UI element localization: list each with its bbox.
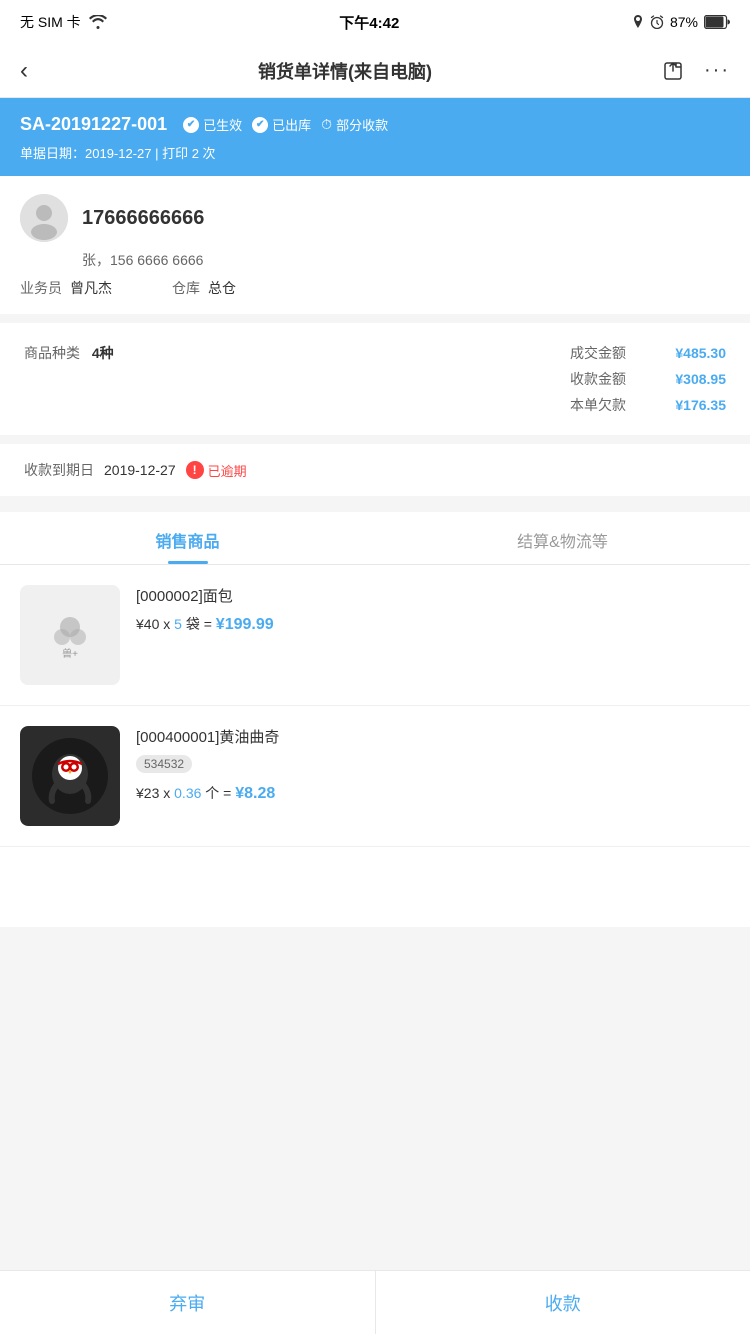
customer-contact: 张，156 6666 6666: [82, 250, 730, 270]
back-button[interactable]: ‹: [20, 57, 28, 85]
product-image-2: [20, 726, 120, 826]
status-right: 87%: [632, 14, 730, 30]
cancel-label: 弃审: [169, 1290, 205, 1316]
customer-section: 17666666666 张，156 6666 6666 业务员 曾凡杰 仓库 总…: [0, 176, 750, 314]
status-time: 下午4:42: [339, 12, 399, 33]
payment-value: ¥308.95: [646, 371, 726, 387]
product-item: [000400001]黄油曲奇 534532 ¥23 x 0.36 个 = ¥8…: [0, 706, 750, 847]
product-item: 兽+ [0000002]面包 ¥40 x 5 袋 = ¥199.99: [0, 565, 750, 706]
status-bar: 无 SIM 卡 下午4:42 87%: [0, 0, 750, 44]
order-header: SA-20191227-001 已生效 已出库 部分收款 单据日期：2019-1…: [0, 98, 750, 176]
page-title: 销货单详情(来自电脑): [258, 58, 432, 84]
nav-bar: ‹ 销货单详情(来自电脑) ···: [0, 44, 750, 98]
type-value: 4种: [92, 345, 114, 361]
product-details-2: [000400001]黄油曲奇 534532 ¥23 x 0.36 个 = ¥8…: [136, 726, 730, 803]
unit: 袋: [186, 616, 200, 632]
product-name-2: [000400001]黄油曲奇: [136, 726, 730, 747]
order-id: SA-20191227-001: [20, 114, 167, 135]
financial-stats: 成交金额 ¥485.30 收款金额 ¥308.95 本单欠款 ¥176.35: [570, 343, 726, 415]
products-list: 兽+ [0000002]面包 ¥40 x 5 袋 = ¥199.99: [0, 565, 750, 927]
payment-label: 收款: [545, 1290, 581, 1316]
staff-warehouse-row: 业务员 曾凡杰 仓库 总仓: [20, 278, 730, 298]
tab-settlement[interactable]: 结算&物流等: [375, 512, 750, 564]
product-image: 兽+: [20, 585, 120, 685]
quantity-2: 0.36: [174, 785, 201, 801]
debt-row: 本单欠款 ¥176.35: [570, 395, 726, 415]
status-partial-badge: 部分收款: [321, 115, 388, 134]
cancel-review-button[interactable]: 弃审: [0, 1271, 376, 1334]
debt-value: ¥176.35: [646, 397, 726, 413]
bottom-bar: 弃审 收款: [0, 1270, 750, 1334]
amount-row: 成交金额 ¥485.30: [570, 343, 726, 363]
payment-label: 收款金额: [570, 369, 626, 389]
due-date-section: 收款到期日 2019-12-27 ! 已逾期: [0, 444, 750, 496]
unit-price: ¥40: [136, 616, 159, 632]
overdue-text: 已逾期: [208, 461, 247, 480]
sim-indicator: 无 SIM 卡: [20, 12, 81, 32]
battery-icon: [704, 15, 730, 29]
staff-value: 曾凡杰: [70, 278, 112, 298]
staff-label: 业务员: [20, 278, 62, 298]
status-active-badge: 已生效: [183, 115, 242, 134]
status-shipped-badge: 已出库: [252, 115, 311, 134]
alarm-icon: [650, 15, 664, 29]
amount-label: 成交金额: [570, 343, 626, 363]
total-price-2: ¥8.28: [235, 785, 275, 802]
svg-text:兽+: 兽+: [62, 647, 78, 660]
nav-right-actions: ···: [662, 59, 730, 82]
due-date-value: 2019-12-27: [104, 462, 176, 478]
more-button[interactable]: ···: [704, 59, 730, 82]
total-price: ¥199.99: [216, 616, 274, 633]
location-icon: [632, 15, 644, 29]
unit-price-2: ¥23: [136, 785, 159, 801]
overdue-icon: !: [186, 461, 204, 479]
tabs: 销售商品 结算&物流等: [0, 512, 750, 565]
unit-2: 个: [205, 785, 219, 801]
due-label: 收款到期日: [24, 460, 94, 480]
product-price: ¥40 x 5 袋 = ¥199.99: [136, 614, 730, 634]
status-left: 无 SIM 卡: [20, 12, 107, 32]
product-price-2: ¥23 x 0.36 个 = ¥8.28: [136, 783, 730, 803]
customer-id: 17666666666: [82, 207, 204, 230]
amount-value: ¥485.30: [646, 345, 726, 361]
battery-percent: 87%: [670, 14, 698, 30]
divider-2: [0, 436, 750, 444]
type-label: 商品种类: [24, 345, 80, 361]
tab-sales-label: 销售商品: [155, 534, 219, 551]
warehouse-label: 仓库: [172, 278, 200, 298]
order-date-print: 单据日期：2019-12-27 | 打印 2 次: [20, 143, 730, 162]
payment-button[interactable]: 收款: [376, 1271, 750, 1334]
product-details: [0000002]面包 ¥40 x 5 袋 = ¥199.99: [136, 585, 730, 634]
order-status-badges: 已生效 已出库 部分收款: [183, 115, 388, 134]
tab-sales-products[interactable]: 销售商品: [0, 512, 375, 564]
bottom-spacer: [0, 847, 750, 927]
divider-3: [0, 504, 750, 512]
debt-label: 本单欠款: [570, 395, 626, 415]
tab-settlement-label: 结算&物流等: [517, 534, 608, 551]
product-types: 商品种类 4种: [24, 343, 114, 363]
warehouse-value: 总仓: [208, 278, 236, 298]
product-name: [0000002]面包: [136, 585, 730, 606]
quantity: 5: [174, 616, 182, 632]
payment-row: 收款金额 ¥308.95: [570, 369, 726, 389]
product-sku: 534532: [136, 755, 192, 773]
overdue-badge: ! 已逾期: [186, 461, 247, 480]
share-icon[interactable]: [662, 60, 684, 82]
avatar: [20, 194, 68, 242]
stats-section: 商品种类 4种 成交金额 ¥485.30 收款金额 ¥308.95 本单欠款 ¥…: [0, 323, 750, 435]
wifi-icon: [89, 15, 107, 29]
divider-1: [0, 315, 750, 323]
